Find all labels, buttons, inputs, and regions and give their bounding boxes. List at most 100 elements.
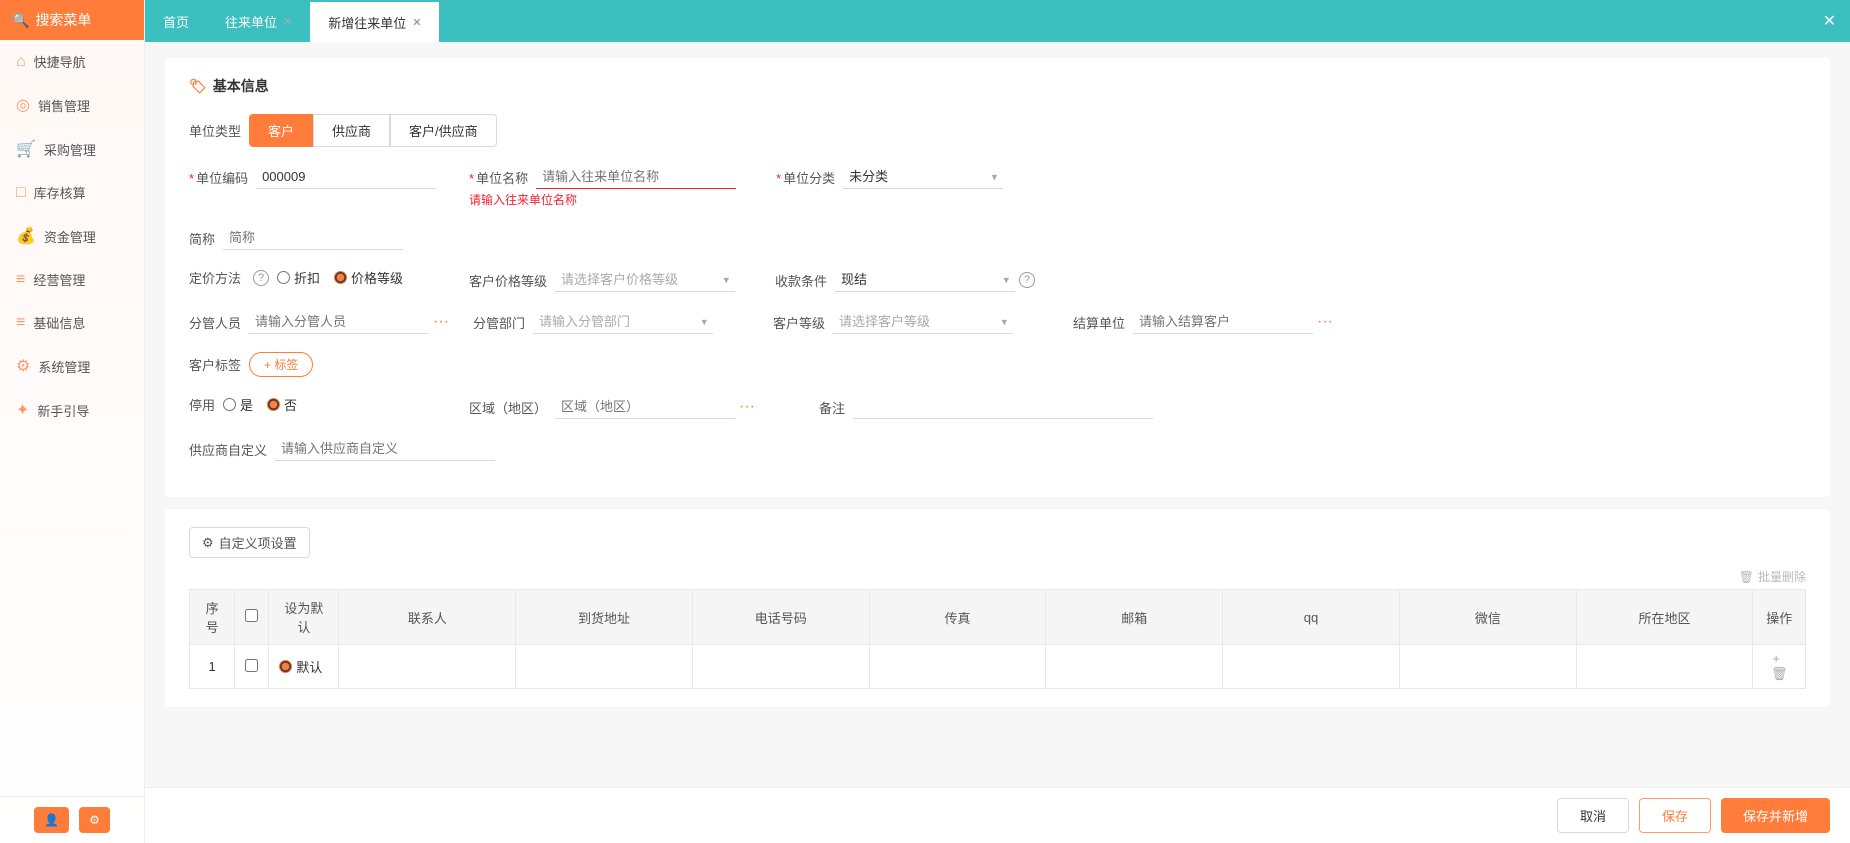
row-address-input[interactable] xyxy=(526,659,682,674)
disabled-no-label[interactable]: 否 xyxy=(267,395,297,414)
sidebar-item-finance[interactable]: 💰资金管理 xyxy=(0,214,144,258)
settlement-unit-more-btn[interactable]: ··· xyxy=(1313,313,1337,331)
remarks-field: 备注 xyxy=(819,395,1153,419)
disabled-region-row: 停用 是 否 区域（地区） ··· xyxy=(189,395,1806,419)
row-phone[interactable] xyxy=(692,645,869,689)
sidebar-item-purchase[interactable]: 🛒采购管理 xyxy=(0,127,144,171)
search-menu-button[interactable]: 🔍 搜索菜单 xyxy=(0,0,144,40)
tab-partner[interactable]: 往来单位 ✕ xyxy=(207,0,310,42)
cancel-button[interactable]: 取消 xyxy=(1557,798,1629,833)
department-select-wrapper: 请输入分管部门 xyxy=(533,310,713,334)
row-wechat-input[interactable] xyxy=(1410,659,1566,674)
row-contact-input[interactable] xyxy=(349,659,505,674)
row-delete-btn[interactable]: 🗑 xyxy=(1771,666,1788,681)
sidebar-label-inventory: 库存核算 xyxy=(34,183,86,202)
batch-delete-label[interactable]: 批量删除 xyxy=(1758,568,1806,585)
payment-terms-help-icon[interactable]: ? xyxy=(1019,272,1035,288)
add-tag-button[interactable]: + 标签 xyxy=(249,352,313,377)
save-button[interactable]: 保存 xyxy=(1639,798,1711,833)
pricing-discount-radio[interactable] xyxy=(277,271,290,284)
manager-field: 分管人员 ··· xyxy=(189,310,453,334)
disabled-radio-group: 是 否 xyxy=(223,395,297,414)
sidebar-user-btn[interactable]: 👤 xyxy=(34,807,69,833)
row-email-input[interactable] xyxy=(1056,659,1212,674)
row-qq-input[interactable] xyxy=(1233,659,1389,674)
tab-bar-close-all[interactable]: ✕ xyxy=(1809,11,1850,31)
row-address[interactable] xyxy=(516,645,693,689)
remarks-input[interactable] xyxy=(853,395,1153,419)
row-fax-input[interactable] xyxy=(880,659,1036,674)
sidebar-item-inventory[interactable]: □库存核算 xyxy=(0,171,144,214)
row-wechat[interactable] xyxy=(1399,645,1576,689)
settlement-unit-input[interactable] xyxy=(1133,310,1313,334)
row-default-radio[interactable] xyxy=(279,660,292,673)
type-btn-supplier[interactable]: 供应商 xyxy=(313,114,390,147)
sidebar-icon-purchase: 🛒 xyxy=(16,139,36,159)
row-checkbox-input[interactable] xyxy=(245,659,258,672)
unit-name-input[interactable] xyxy=(536,165,736,189)
unit-name-label: *单位名称 xyxy=(469,168,528,187)
disabled-label: 停用 xyxy=(189,395,215,414)
supplier-custom-input[interactable] xyxy=(275,437,495,461)
sidebar-item-guide[interactable]: ✦新手引导 xyxy=(0,388,144,432)
pricing-help-icon[interactable]: ? xyxy=(253,270,269,286)
sidebar-item-quick-nav[interactable]: ⌂快捷导航 xyxy=(0,40,144,83)
region-more-btn[interactable]: ··· xyxy=(735,398,759,416)
department-select[interactable]: 请输入分管部门 xyxy=(533,310,713,334)
sidebar-item-sales[interactable]: ◎销售管理 xyxy=(0,83,144,127)
row-default-label[interactable]: 默认 xyxy=(279,657,328,676)
unit-category-select[interactable]: 未分类 xyxy=(843,165,1003,189)
tab-new-partner-close[interactable]: ✕ xyxy=(412,16,421,29)
abbreviation-input[interactable] xyxy=(223,226,403,250)
sidebar-item-system[interactable]: ⚙系统管理 xyxy=(0,344,144,388)
payment-terms-field: 收款条件 现结 ? xyxy=(775,268,1035,292)
sidebar-item-operations[interactable]: ≡经营管理 xyxy=(0,258,144,301)
table-header-: 邮箱 xyxy=(1046,590,1223,645)
table-header-: 设为默认 xyxy=(269,590,339,645)
disabled-no-radio[interactable] xyxy=(267,398,280,411)
tab-new-partner[interactable]: 新增往来单位 ✕ xyxy=(310,0,439,42)
abbreviation-row: 简称 xyxy=(189,226,1806,250)
table-header-: 操作 xyxy=(1753,590,1806,645)
sidebar-settings-btn[interactable]: ⚙ xyxy=(79,807,110,833)
row-fax[interactable] xyxy=(869,645,1046,689)
abbreviation-field: 简称 xyxy=(189,226,449,250)
table-header-: 电话号码 xyxy=(692,590,869,645)
tab-bar: 首页 往来单位 ✕ 新增往来单位 ✕ ✕ xyxy=(145,0,1850,42)
table-header- xyxy=(235,590,269,645)
pricing-discount-label[interactable]: 折扣 xyxy=(277,268,320,287)
tab-new-partner-label: 新增往来单位 xyxy=(328,13,406,32)
payment-terms-select[interactable]: 现结 xyxy=(835,268,1015,292)
unit-type-label: 单位类型 xyxy=(189,121,241,140)
type-btn-customer[interactable]: 客户 xyxy=(249,114,313,147)
tab-partner-close[interactable]: ✕ xyxy=(283,15,292,28)
save-new-button[interactable]: 保存并新增 xyxy=(1721,798,1830,833)
disabled-yes-label[interactable]: 是 xyxy=(223,395,253,414)
disabled-yes-radio[interactable] xyxy=(223,398,236,411)
table-header-: 所在地区 xyxy=(1576,590,1753,645)
type-btn-both[interactable]: 客户/供应商 xyxy=(390,114,497,147)
region-label: 区域（地区） xyxy=(469,398,547,417)
row-contact[interactable] xyxy=(339,645,516,689)
customer-price-level-select[interactable]: 请选择客户价格等级 xyxy=(555,268,735,292)
row-qq[interactable] xyxy=(1223,645,1400,689)
manager-more-btn[interactable]: ··· xyxy=(429,313,453,331)
sidebar-item-basic-info[interactable]: ≡基础信息 xyxy=(0,301,144,344)
department-field: 分管部门 请输入分管部门 xyxy=(473,310,733,334)
manager-input[interactable] xyxy=(249,310,429,334)
row-email[interactable] xyxy=(1046,645,1223,689)
row-region-input[interactable] xyxy=(1587,659,1743,674)
tab-home[interactable]: 首页 xyxy=(145,0,207,42)
pricing-level-label[interactable]: 价格等级 xyxy=(334,268,403,287)
region-input[interactable] xyxy=(555,395,735,419)
row-add-btn[interactable]: + xyxy=(1772,651,1780,666)
unit-code-input[interactable] xyxy=(256,165,436,189)
row-checkbox[interactable] xyxy=(235,645,269,689)
custom-settings-button[interactable]: ⚙ 自定义项设置 xyxy=(189,527,310,558)
table-header-checkbox[interactable] xyxy=(245,609,258,622)
customer-level-select[interactable]: 请选择客户等级 xyxy=(833,310,1013,334)
pricing-level-radio[interactable] xyxy=(334,271,347,284)
row-phone-input[interactable] xyxy=(703,659,859,674)
sidebar-bottom: 👤 ⚙ xyxy=(0,796,144,843)
row-region[interactable] xyxy=(1576,645,1753,689)
